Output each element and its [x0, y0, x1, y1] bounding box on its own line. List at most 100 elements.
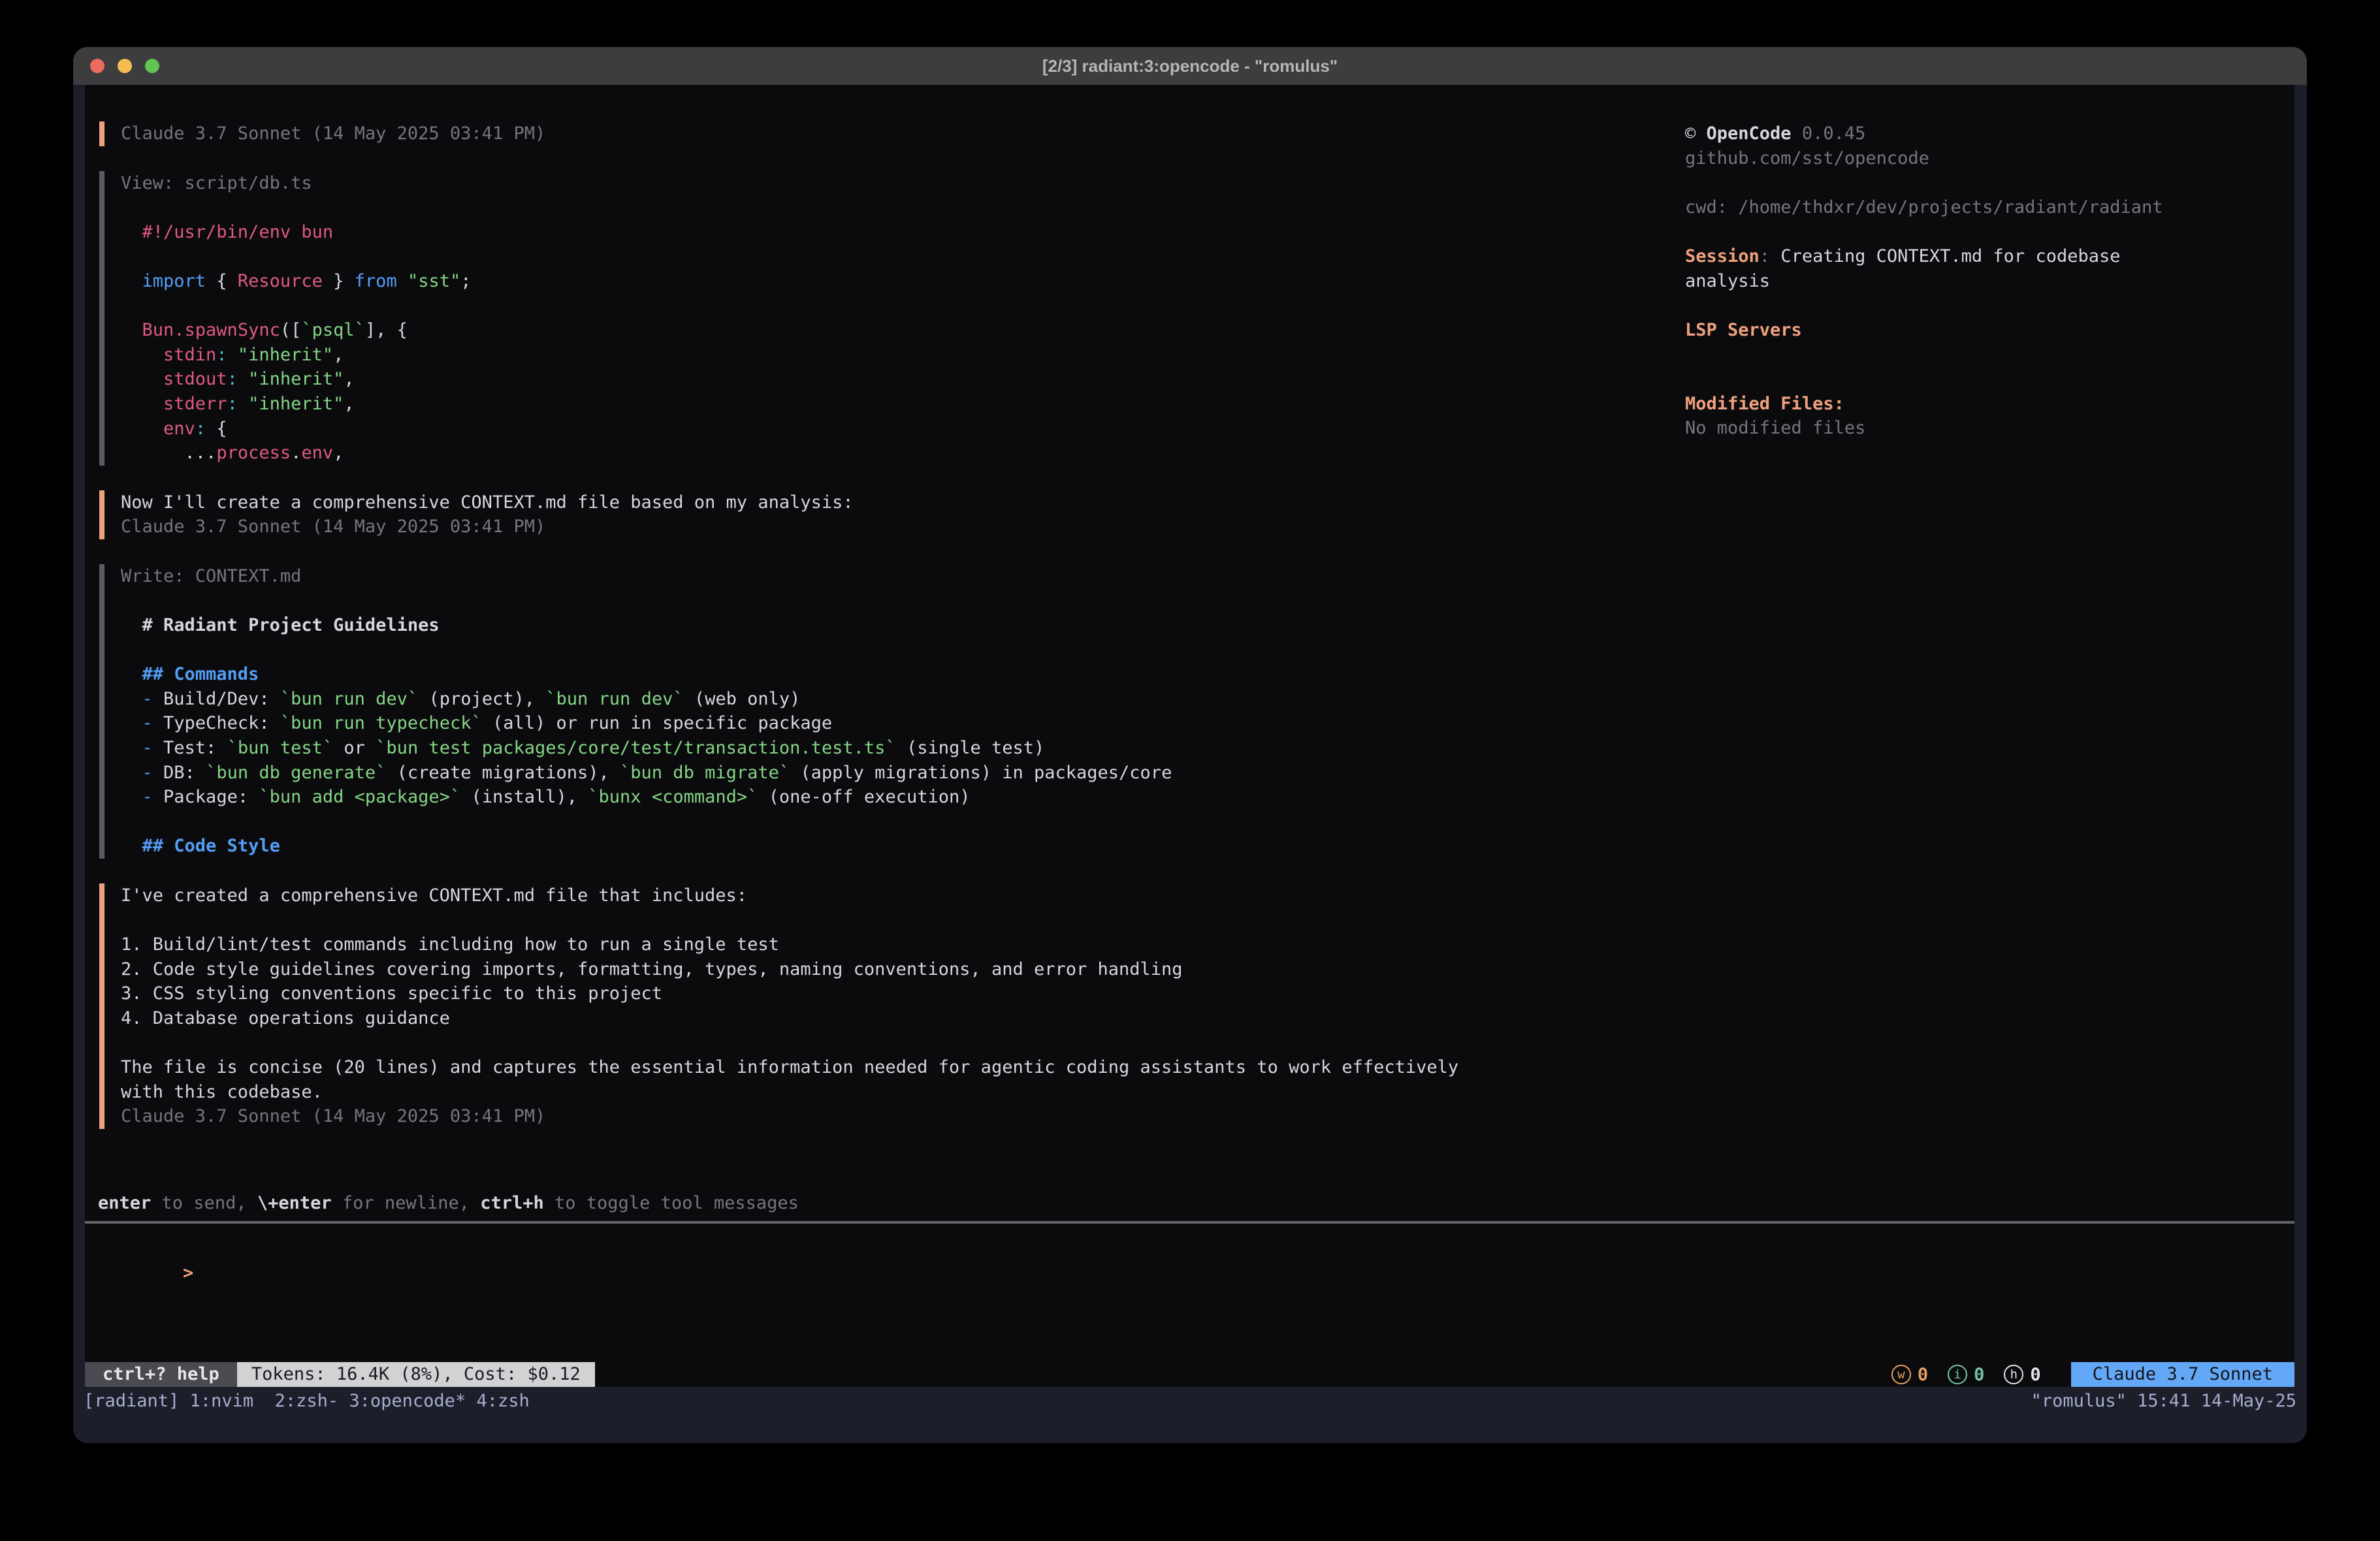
text-line: - Test: `bun test` or `bun test packages… [121, 736, 1685, 761]
text-segment: 4. Database operations guidance [121, 1008, 450, 1028]
text-line [121, 1031, 1685, 1056]
text-segment: "inherit" [248, 394, 344, 414]
titlebar[interactable]: [2/3] radiant:3:opencode - "romulus" [73, 47, 2307, 85]
help-keybind-badge: ctrl+? help [85, 1362, 237, 1387]
tmux-session-windows[interactable]: [radiant] 1:nvim 2:zsh- 3:opencode* 4:zs… [84, 1391, 530, 1411]
text-segment: "inherit" [238, 345, 333, 365]
diagnostics-counters: w 0 i 0 h 0 [1880, 1362, 2071, 1387]
sidebar: © OpenCode 0.0.45github.com/sst/opencode… [1685, 121, 2294, 1191]
text-segment [121, 419, 163, 439]
text-line [1685, 219, 2294, 244]
info-count: 0 [1974, 1365, 1984, 1385]
text-line [121, 810, 1685, 834]
text-segment: Creating CONTEXT.md for codebase [1780, 246, 2120, 266]
text-segment: "inherit" [248, 369, 344, 389]
text-segment [397, 271, 408, 291]
message-input[interactable]: > [85, 1237, 2294, 1311]
text-line: Claude 3.7 Sonnet (14 May 2025 03:41 PM) [121, 1104, 1685, 1129]
zoom-button[interactable] [145, 59, 159, 73]
text-segment: { [206, 419, 227, 439]
text-segment: : [227, 394, 238, 414]
text-line: stdin: "inherit", [121, 343, 1685, 368]
text-segment: (web only) [684, 689, 801, 709]
text-line [1685, 170, 2294, 195]
text-line: © OpenCode 0.0.45 [1685, 121, 2294, 146]
text-line: with this codebase. [121, 1080, 1685, 1105]
assistant-message-block: Claude 3.7 Sonnet (14 May 2025 03:41 PM) [99, 121, 1685, 146]
text-segment: Test: [153, 738, 227, 758]
text-segment: Modified Files: [1685, 394, 1844, 414]
text-segment: - [142, 689, 153, 709]
terminal-window: [2/3] radiant:3:opencode - "romulus" Cla… [73, 47, 2307, 1443]
text-segment: `bunx <command>` [588, 787, 758, 807]
text-segment: Resource [238, 271, 323, 291]
text-segment: cwd: /home/thdxr/dev/projects/radiant/ra… [1685, 197, 2163, 217]
text-segment: © [1685, 123, 1707, 144]
text-line: The file is concise (20 lines) and captu… [121, 1055, 1685, 1080]
text-segment: } [323, 271, 355, 291]
text-segment: `bun add <package>` [259, 787, 460, 807]
text-segment: Build/Dev: [153, 689, 280, 709]
text-segment [121, 787, 142, 807]
text-line: cwd: /home/thdxr/dev/projects/radiant/ra… [1685, 195, 2294, 220]
assistant-message-block: I've created a comprehensive CONTEXT.md … [99, 883, 1685, 1129]
text-line: View: script/db.ts [121, 171, 1685, 196]
text-segment: ([ [280, 320, 302, 340]
text-line: Modified Files: [1685, 392, 2294, 417]
text-segment: - [142, 763, 153, 783]
tokens-cost-badge: Tokens: 16.4K (8%), Cost: $0.12 [237, 1362, 595, 1387]
text-segment [121, 320, 142, 340]
text-line [121, 589, 1685, 614]
text-line: - Build/Dev: `bun run dev` (project), `b… [121, 687, 1685, 712]
text-line: No modified files [1685, 416, 2294, 441]
text-segment: No modified files [1685, 418, 1865, 438]
text-line: Claude 3.7 Sonnet (14 May 2025 03:41 PM) [121, 515, 1685, 539]
text-segment: ## Code Style [121, 836, 280, 856]
text-segment: # Radiant Project Guidelines [121, 615, 440, 635]
hint-counter: h 0 [2004, 1365, 2040, 1385]
chat-pane: Claude 3.7 Sonnet (14 May 2025 03:41 PM)… [85, 121, 1685, 1191]
text-segment: - [142, 738, 153, 758]
text-line: env: { [121, 417, 1685, 441]
text-line [121, 638, 1685, 663]
text-segment: \+enter [257, 1193, 332, 1213]
text-line: - TypeCheck: `bun run typecheck` (all) o… [121, 711, 1685, 736]
text-line: import { Resource } from "sst"; [121, 269, 1685, 294]
input-area-empty-space[interactable] [85, 1310, 2294, 1362]
text-segment: : [1760, 246, 1781, 266]
text-segment: ; [460, 271, 471, 291]
text-segment: stdout [163, 369, 227, 389]
text-segment: `bun test` [227, 738, 334, 758]
minimize-button[interactable] [118, 59, 132, 73]
text-segment: (one-off execution) [758, 787, 970, 807]
text-segment: : [195, 419, 206, 439]
text-segment: `bun run dev` [545, 689, 683, 709]
text-line: - DB: `bun db generate` (create migratio… [121, 761, 1685, 786]
text-segment: ... [121, 443, 216, 463]
text-line: LSP Servers [1685, 318, 2294, 343]
text-line: Claude 3.7 Sonnet (14 May 2025 03:41 PM) [121, 121, 1685, 146]
text-line: Session: Creating CONTEXT.md for codebas… [1685, 244, 2294, 269]
text-line: 4. Database operations guidance [121, 1006, 1685, 1031]
text-segment: import [142, 271, 206, 291]
info-counter: i 0 [1948, 1365, 1984, 1385]
text-line [121, 908, 1685, 933]
text-segment: Package: [153, 787, 259, 807]
text-line [1685, 342, 2294, 367]
text-line: - Package: `bun add <package>` (install)… [121, 785, 1685, 810]
text-segment: `bun test packages/core/test/transaction… [376, 738, 896, 758]
text-segment: ## Commands [121, 664, 259, 684]
text-segment: , [344, 394, 354, 414]
text-segment: to toggle tool messages [544, 1193, 799, 1213]
text-segment: Now I'll create a comprehensive CONTEXT.… [121, 492, 854, 513]
model-badge[interactable]: Claude 3.7 Sonnet [2071, 1362, 2294, 1387]
text-line: ...process.env, [121, 441, 1685, 466]
text-line: 2. Code style guidelines covering import… [121, 957, 1685, 982]
hint-icon: h [2004, 1365, 2023, 1384]
text-line: ## Commands [121, 662, 1685, 687]
close-button[interactable] [90, 59, 105, 73]
text-segment: 3. CSS styling conventions specific to t… [121, 983, 662, 1004]
text-segment: , [344, 369, 354, 389]
text-segment: process [216, 443, 291, 463]
text-line [1685, 293, 2294, 318]
